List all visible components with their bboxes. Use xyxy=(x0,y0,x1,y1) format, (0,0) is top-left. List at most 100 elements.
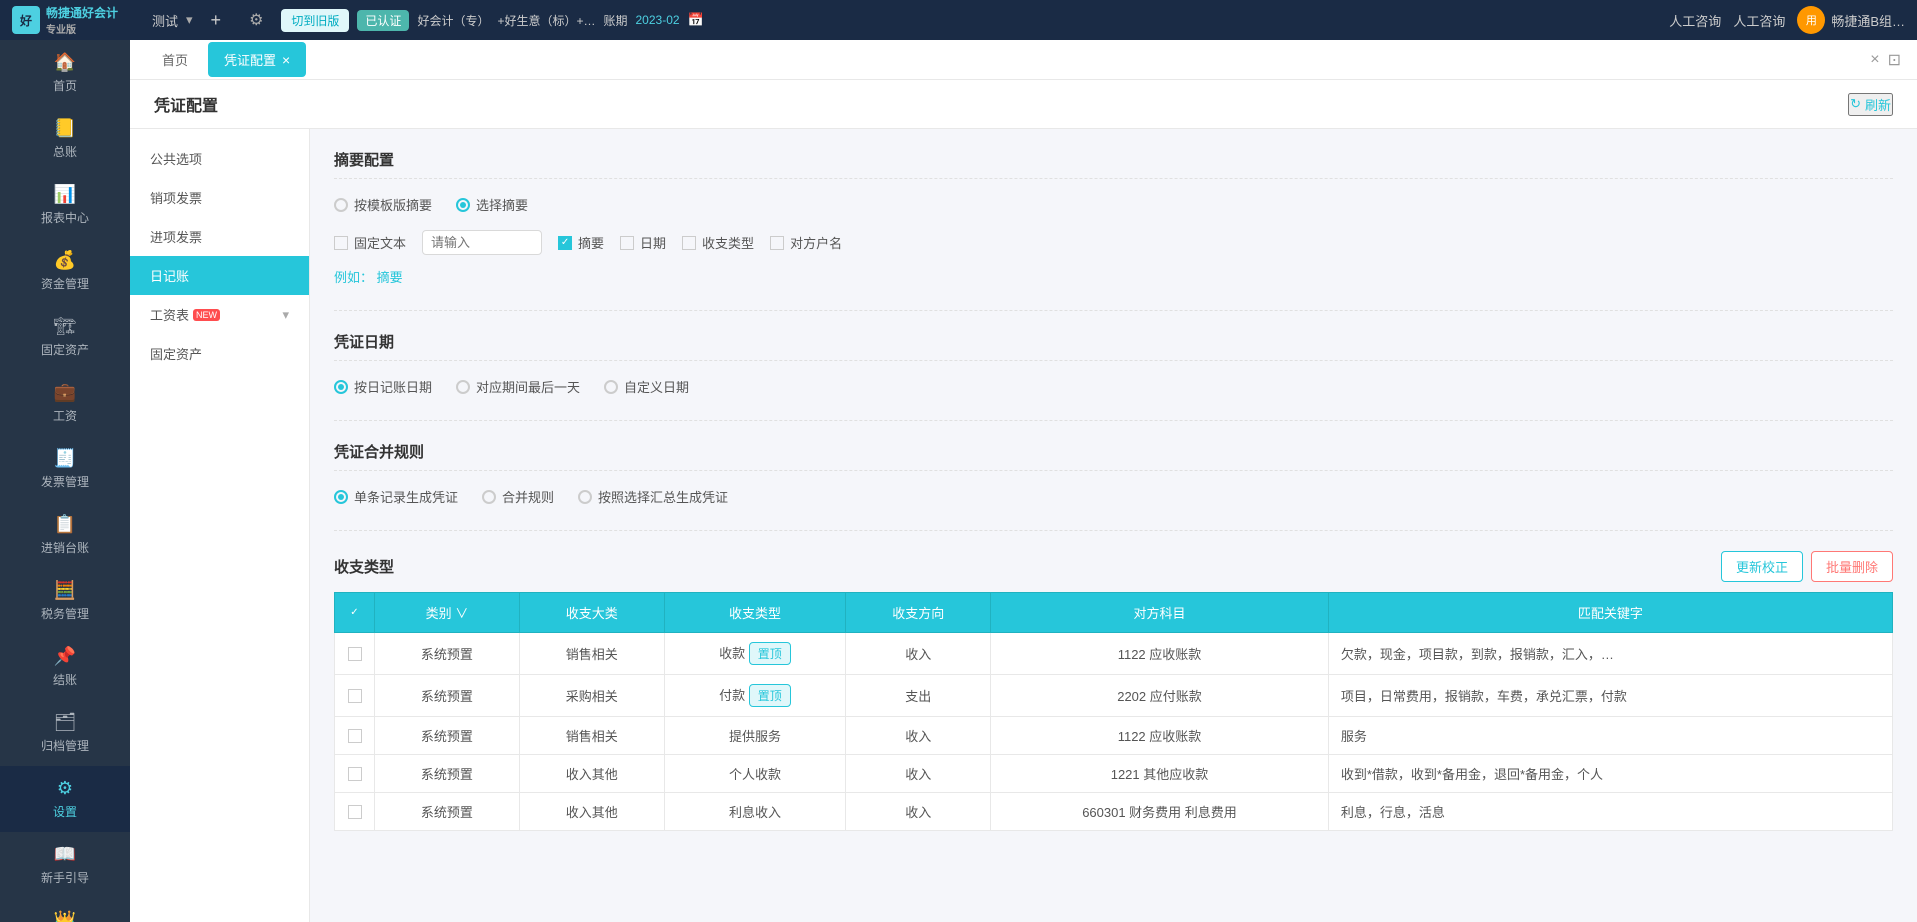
row-checkbox-2[interactable] xyxy=(348,689,362,703)
left-nav-sales-invoice[interactable]: 销项发票 xyxy=(130,178,309,217)
td-main-type-4: 收入其他 xyxy=(519,755,664,793)
user-info[interactable]: 用 畅捷通B组… xyxy=(1797,6,1905,34)
example-value: 摘要 xyxy=(377,270,403,285)
radio-merge-rule[interactable]: 合并规则 xyxy=(482,487,554,506)
td-checkbox-3[interactable] xyxy=(335,717,375,755)
td-keywords-3: 服务 xyxy=(1328,717,1892,755)
period-value[interactable]: 2023-02 xyxy=(636,13,680,27)
sidebar: 🏠 首页 📒 总账 📊 报表中心 💰 资金管理 🏗 固定资产 💼 工资 🧾 发票… xyxy=(0,40,130,922)
checkbox-income-type[interactable]: 收支类型 xyxy=(682,233,754,252)
row-checkbox-3[interactable] xyxy=(348,729,362,743)
consult-label[interactable]: 人工咨询 xyxy=(1733,11,1785,30)
period-label: 账期 xyxy=(603,12,627,29)
dropdown-icon[interactable]: ▾ xyxy=(186,12,193,28)
left-nav-sales-invoice-label: 销项发票 xyxy=(150,188,202,207)
window-max-button[interactable]: ⊡ xyxy=(1888,50,1901,70)
merge-rules-section: 凭证合并规则 单条记录生成凭证 合并规则 按照选择汇总生成凭证 xyxy=(334,441,1893,506)
summary-config-title: 摘要配置 xyxy=(334,149,1893,179)
settings-button[interactable]: ⚙ xyxy=(239,7,273,33)
radio-period-last-day[interactable]: 对应期间最后一天 xyxy=(456,377,580,396)
row-checkbox-1[interactable] xyxy=(348,647,362,661)
sidebar-item-home[interactable]: 🏠 首页 xyxy=(0,40,130,106)
update-correct-button[interactable]: 更新校正 xyxy=(1721,551,1803,582)
sidebar-item-fund[interactable]: 💰 资金管理 xyxy=(0,238,130,304)
tab-voucher-config[interactable]: 凭证配置 × xyxy=(208,42,306,77)
checkbox-summary[interactable]: ✓ 摘要 xyxy=(558,233,604,252)
window-close-button[interactable]: × xyxy=(1870,50,1879,70)
radio-single-record[interactable]: 单条记录生成凭证 xyxy=(334,487,458,506)
income-expense-section: 收支类型 更新校正 批量删除 ✓ xyxy=(334,551,1893,831)
radio-custom-date[interactable]: 自定义日期 xyxy=(604,377,689,396)
td-category-3: 系统预置 xyxy=(375,717,520,755)
voucher-date-title: 凭证日期 xyxy=(334,331,1893,361)
td-checkbox-5[interactable] xyxy=(335,793,375,831)
sidebar-item-salary[interactable]: 💼 工资 xyxy=(0,370,130,436)
td-checkbox-1[interactable] xyxy=(335,633,375,675)
page-header: 凭证配置 ↻ 刷新 xyxy=(130,80,1917,129)
sidebar-item-tax[interactable]: 🧮 税务管理 xyxy=(0,568,130,634)
left-nav-journal[interactable]: 日记账 xyxy=(130,256,309,295)
th-select-all[interactable]: ✓ xyxy=(335,593,375,633)
good-biz-label: +好生意（标）+… xyxy=(497,12,595,29)
sidebar-item-assets[interactable]: 🏗 固定资产 xyxy=(0,304,130,370)
sidebar-item-invoice[interactable]: 🧾 发票管理 xyxy=(0,436,130,502)
voucher-date-section: 凭证日期 按日记账日期 对应期间最后一天 自定义日期 xyxy=(334,331,1893,396)
td-type-1: 收款 置顶 xyxy=(664,633,846,675)
th-type: 收支类型 xyxy=(664,593,846,633)
radio-select-summary[interactable]: 选择摘要 xyxy=(456,195,528,214)
sidebar-item-close[interactable]: 📌 结账 xyxy=(0,634,130,700)
th-subject: 对方科目 xyxy=(991,593,1329,633)
row-checkbox-4[interactable] xyxy=(348,767,362,781)
checkbox-fixed-text[interactable]: 固定文本 xyxy=(334,233,406,252)
add-button[interactable]: + xyxy=(201,7,232,34)
refresh-button[interactable]: ↻ 刷新 xyxy=(1848,93,1893,116)
td-type-4: 个人收款 xyxy=(664,755,846,793)
row-checkbox-5[interactable] xyxy=(348,805,362,819)
summary-checkbox-row: 固定文本 ✓ 摘要 日期 收支类型 xyxy=(334,230,1893,255)
type-badge-1[interactable]: 置顶 xyxy=(749,642,791,665)
select-all-checkbox[interactable]: ✓ xyxy=(348,606,362,620)
switch-version-button[interactable]: 切到旧版 xyxy=(281,9,349,32)
checkbox-counterparty-box xyxy=(770,236,784,250)
td-category-2: 系统预置 xyxy=(375,675,520,717)
td-keywords-5: 利息，行息，活息 xyxy=(1328,793,1892,831)
left-nav-public[interactable]: 公共选项 xyxy=(130,139,309,178)
home-icon: 🏠 xyxy=(54,52,76,73)
divider-3 xyxy=(334,530,1893,531)
tab-close-icon[interactable]: × xyxy=(282,52,290,68)
th-keywords: 匹配关键字 xyxy=(1328,593,1892,633)
checkbox-counterparty-label: 对方户名 xyxy=(790,233,842,252)
checkbox-date[interactable]: 日期 xyxy=(620,233,666,252)
top-bar-right: 人工咨询 人工咨询 用 畅捷通B组… xyxy=(1669,6,1905,34)
td-checkbox-2[interactable] xyxy=(335,675,375,717)
sidebar-item-sales[interactable]: 📋 进销台账 xyxy=(0,502,130,568)
sidebar-item-archive[interactable]: 🗂 归档管理 xyxy=(0,700,130,766)
sidebar-item-settings[interactable]: ⚙ 设置 xyxy=(0,766,130,832)
consult-button[interactable]: 人工咨询 xyxy=(1669,11,1721,30)
main-content: 摘要配置 按模板版摘要 选择摘要 xyxy=(310,129,1917,922)
radio-template-summary-label: 按模板版摘要 xyxy=(354,195,432,214)
sidebar-item-member[interactable]: 👑 畅会员 xyxy=(0,898,130,922)
voucher-date-radio-group: 按日记账日期 对应期间最后一天 自定义日期 xyxy=(334,377,1893,396)
sidebar-item-report[interactable]: 📊 报表中心 xyxy=(0,172,130,238)
calendar-icon[interactable]: 📅 xyxy=(688,12,704,28)
tab-actions: × ⊡ xyxy=(1870,50,1901,70)
td-checkbox-4[interactable] xyxy=(335,755,375,793)
checkbox-counterparty[interactable]: 对方户名 xyxy=(770,233,842,252)
th-main-type: 收支大类 xyxy=(519,593,664,633)
batch-delete-button[interactable]: 批量删除 xyxy=(1811,551,1893,582)
left-nav-purchase-invoice[interactable]: 进项发票 xyxy=(130,217,309,256)
radio-total-generate[interactable]: 按照选择汇总生成凭证 xyxy=(578,487,728,506)
left-nav-fixed-assets[interactable]: 固定资产 xyxy=(130,334,309,373)
td-category-4: 系统预置 xyxy=(375,755,520,793)
radio-template-summary[interactable]: 按模板版摘要 xyxy=(334,195,432,214)
sidebar-item-guide[interactable]: 📖 新手引导 xyxy=(0,832,130,898)
tab-home[interactable]: 首页 xyxy=(146,42,204,77)
checkbox-summary-label: 摘要 xyxy=(578,233,604,252)
fixed-text-input[interactable] xyxy=(422,230,542,255)
left-nav-payroll[interactable]: 工资表 NEW ▾ xyxy=(130,295,309,334)
td-main-type-2: 采购相关 xyxy=(519,675,664,717)
sidebar-item-ledger[interactable]: 📒 总账 xyxy=(0,106,130,172)
radio-journal-date[interactable]: 按日记账日期 xyxy=(334,377,432,396)
type-badge-2[interactable]: 置顶 xyxy=(749,684,791,707)
